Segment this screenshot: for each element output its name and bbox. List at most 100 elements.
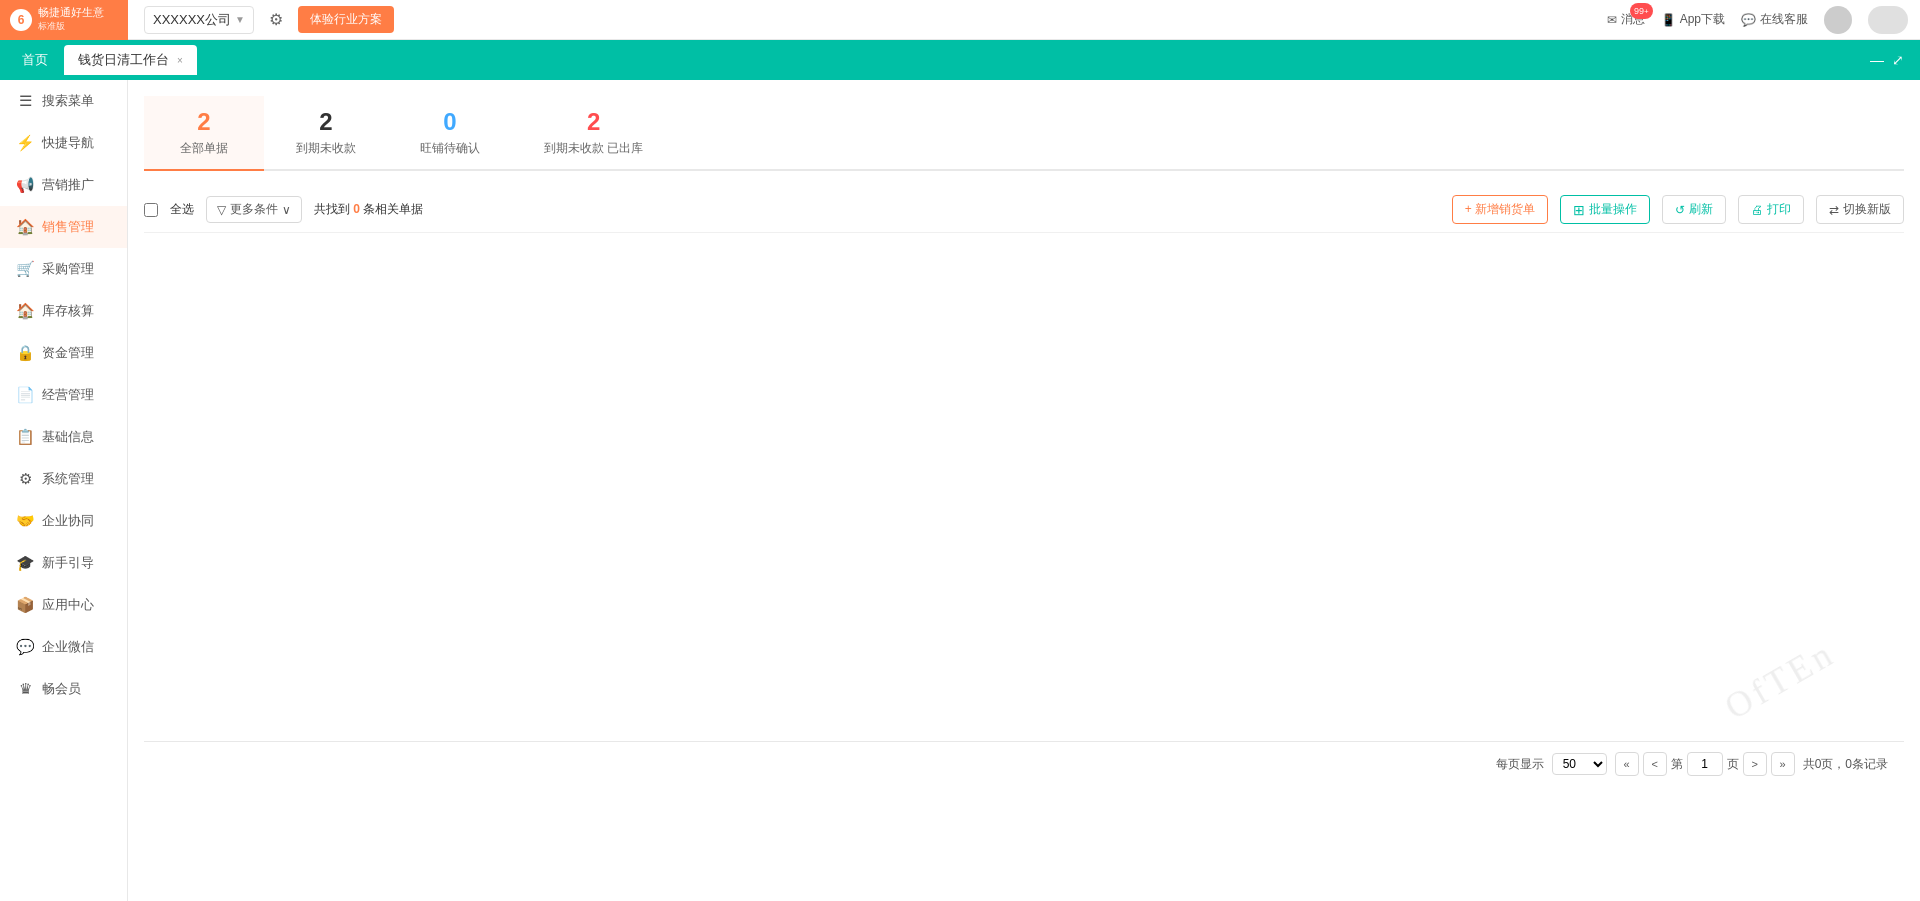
appcenter-icon: 📦: [16, 596, 34, 614]
sidebar-item-wechat[interactable]: 💬 企业微信: [0, 626, 127, 668]
sidebar-label-inventory: 库存核算: [42, 302, 94, 320]
sidebar-item-inventory[interactable]: 🏠 库存核算: [0, 290, 127, 332]
stat-overdue-unpaid-label: 到期未收款: [296, 140, 356, 157]
sidebar-item-appcenter[interactable]: 📦 应用中心: [0, 584, 127, 626]
minimize-icon[interactable]: —: [1870, 52, 1884, 68]
batch-label: 批量操作: [1589, 201, 1637, 218]
message-badge: 99+: [1630, 3, 1653, 19]
logo-area: 6 畅捷通好生意 标准版: [0, 0, 128, 40]
toolbar-left: 全选 ▽ 更多条件 ∨ 共找到 0 条相关单据: [144, 196, 423, 223]
sidebar-label-quick-nav: 快捷导航: [42, 134, 94, 152]
stat-pending-confirm-number: 0: [443, 108, 456, 136]
stat-overdue-unshipped-number: 2: [587, 108, 600, 136]
message-button[interactable]: ✉ 消息 99+: [1607, 11, 1645, 28]
filter-chevron: ∨: [282, 203, 291, 217]
quick-nav-icon: ⚡: [16, 134, 34, 152]
sidebar-item-quick-nav[interactable]: ⚡ 快捷导航: [0, 122, 127, 164]
sidebar-item-sales[interactable]: 🏠 销售管理: [0, 206, 127, 248]
page-number-input[interactable]: [1687, 752, 1723, 776]
experience-button[interactable]: 体验行业方案: [298, 6, 394, 33]
service-icon: 💬: [1741, 13, 1756, 27]
sidebar-item-guide[interactable]: 🎓 新手引导: [0, 542, 127, 584]
sidebar-label-enterprise: 企业协同: [42, 512, 94, 530]
last-page-button[interactable]: »: [1771, 752, 1795, 776]
print-button[interactable]: 🖨 打印: [1738, 195, 1804, 224]
tab-active[interactable]: 钱货日清工作台 ×: [64, 45, 197, 75]
sidebar-label-wechat: 企业微信: [42, 638, 94, 656]
next-page-button[interactable]: >: [1743, 752, 1767, 776]
tab-home[interactable]: 首页: [8, 45, 62, 75]
filter-button[interactable]: ▽ 更多条件 ∨: [206, 196, 302, 223]
add-order-button[interactable]: + 新增销货单: [1452, 195, 1548, 224]
logo-name: 畅捷通好生意: [38, 6, 104, 19]
per-page-select[interactable]: 10 20 50 100: [1552, 753, 1607, 775]
select-all-checkbox[interactable]: [144, 203, 158, 217]
sidebar-item-search-menu[interactable]: ☰ 搜索菜单: [0, 80, 127, 122]
prev-page-button[interactable]: <: [1643, 752, 1667, 776]
stat-pending-confirm-label: 旺铺待确认: [420, 140, 480, 157]
refresh-label: 刷新: [1689, 201, 1713, 218]
stat-overdue-unpaid[interactable]: 2 到期未收款: [264, 96, 388, 171]
user-menu[interactable]: [1868, 6, 1908, 34]
tab-maximize-area: — ⤢: [1870, 52, 1912, 68]
stat-pending-confirm[interactable]: 0 旺铺待确认: [388, 96, 512, 171]
sales-icon: 🏠: [16, 218, 34, 236]
avatar[interactable]: [1824, 6, 1852, 34]
sidebar-item-basic[interactable]: 📋 基础信息: [0, 416, 127, 458]
settings-button[interactable]: ⚙: [262, 6, 290, 34]
total-text: 共0页，0条记录: [1803, 756, 1888, 773]
gear-icon: ⚙: [269, 10, 283, 29]
switch-label: 切换新版: [1843, 201, 1891, 218]
sidebar-label-biz: 经营管理: [42, 386, 94, 404]
first-page-button[interactable]: «: [1615, 752, 1639, 776]
sidebar-item-capital[interactable]: 🔒 资金管理: [0, 332, 127, 374]
filter-label: 更多条件: [230, 201, 278, 218]
toolbar: 全选 ▽ 更多条件 ∨ 共找到 0 条相关单据 + 新增销货单 ⊞ 批量操作: [144, 187, 1904, 233]
app-download-button[interactable]: 📱 App下载: [1661, 11, 1725, 28]
inventory-icon: 🏠: [16, 302, 34, 320]
switch-version-button[interactable]: ⇄ 切换新版: [1816, 195, 1904, 224]
capital-icon: 🔒: [16, 344, 34, 362]
refresh-button[interactable]: ↺ 刷新: [1662, 195, 1726, 224]
enterprise-icon: 🤝: [16, 512, 34, 530]
print-label: 打印: [1767, 201, 1791, 218]
download-icon: 📱: [1661, 13, 1676, 27]
switch-icon: ⇄: [1829, 203, 1839, 217]
page-navigation: « < 第 页 > »: [1615, 752, 1795, 776]
found-suffix: 条相关单据: [363, 202, 423, 216]
sidebar-label-purchase: 采购管理: [42, 260, 94, 278]
maximize-icon[interactable]: ⤢: [1892, 52, 1904, 68]
company-selector[interactable]: XXXXXX公司 ▼: [144, 6, 254, 34]
marketing-icon: 📢: [16, 176, 34, 194]
sidebar-label-member: 畅会员: [42, 680, 81, 698]
tab-close-icon[interactable]: ×: [177, 55, 183, 66]
logo-badge: 标准版: [38, 20, 104, 33]
online-service-label: 在线客服: [1760, 11, 1808, 28]
content-area: 2 全部单据 2 到期未收款 0 旺铺待确认 2 到期未收款 已出库 全选: [128, 80, 1920, 901]
sidebar-item-sys[interactable]: ⚙ 系统管理: [0, 458, 127, 500]
sidebar-item-marketing[interactable]: 📢 营销推广: [0, 164, 127, 206]
sidebar-label-sales: 销售管理: [42, 218, 94, 236]
sidebar-label-appcenter: 应用中心: [42, 596, 94, 614]
page-suffix: 页: [1727, 756, 1739, 773]
sidebar-label-basic: 基础信息: [42, 428, 94, 446]
stat-overdue-unshipped[interactable]: 2 到期未收款 已出库: [512, 96, 675, 171]
chevron-down-icon: ▼: [235, 14, 245, 25]
tab-bar: 首页 钱货日清工作台 × — ⤢: [0, 40, 1920, 80]
online-service-button[interactable]: 💬 在线客服: [1741, 11, 1808, 28]
logo-icon: 6: [10, 9, 32, 31]
stats-row: 2 全部单据 2 到期未收款 0 旺铺待确认 2 到期未收款 已出库: [144, 96, 1904, 171]
message-icon: ✉: [1607, 13, 1617, 27]
search-menu-icon: ☰: [16, 92, 34, 110]
basic-icon: 📋: [16, 428, 34, 446]
batch-operation-button[interactable]: ⊞ 批量操作: [1560, 195, 1650, 224]
filter-icon: ▽: [217, 203, 226, 217]
toolbar-right: + 新增销货单 ⊞ 批量操作 ↺ 刷新 🖨 打印 ⇄ 切换新版: [1452, 195, 1904, 224]
sidebar-item-enterprise[interactable]: 🤝 企业协同: [0, 500, 127, 542]
stat-all[interactable]: 2 全部单据: [144, 96, 264, 171]
sidebar-item-biz[interactable]: 📄 经营管理: [0, 374, 127, 416]
pagination-footer: 每页显示 10 20 50 100 « < 第 页 > » 共0页，0条记录: [144, 741, 1904, 786]
sidebar-item-member[interactable]: ♛ 畅会员: [0, 668, 127, 710]
sidebar-item-purchase[interactable]: 🛒 采购管理: [0, 248, 127, 290]
wechat-icon: 💬: [16, 638, 34, 656]
